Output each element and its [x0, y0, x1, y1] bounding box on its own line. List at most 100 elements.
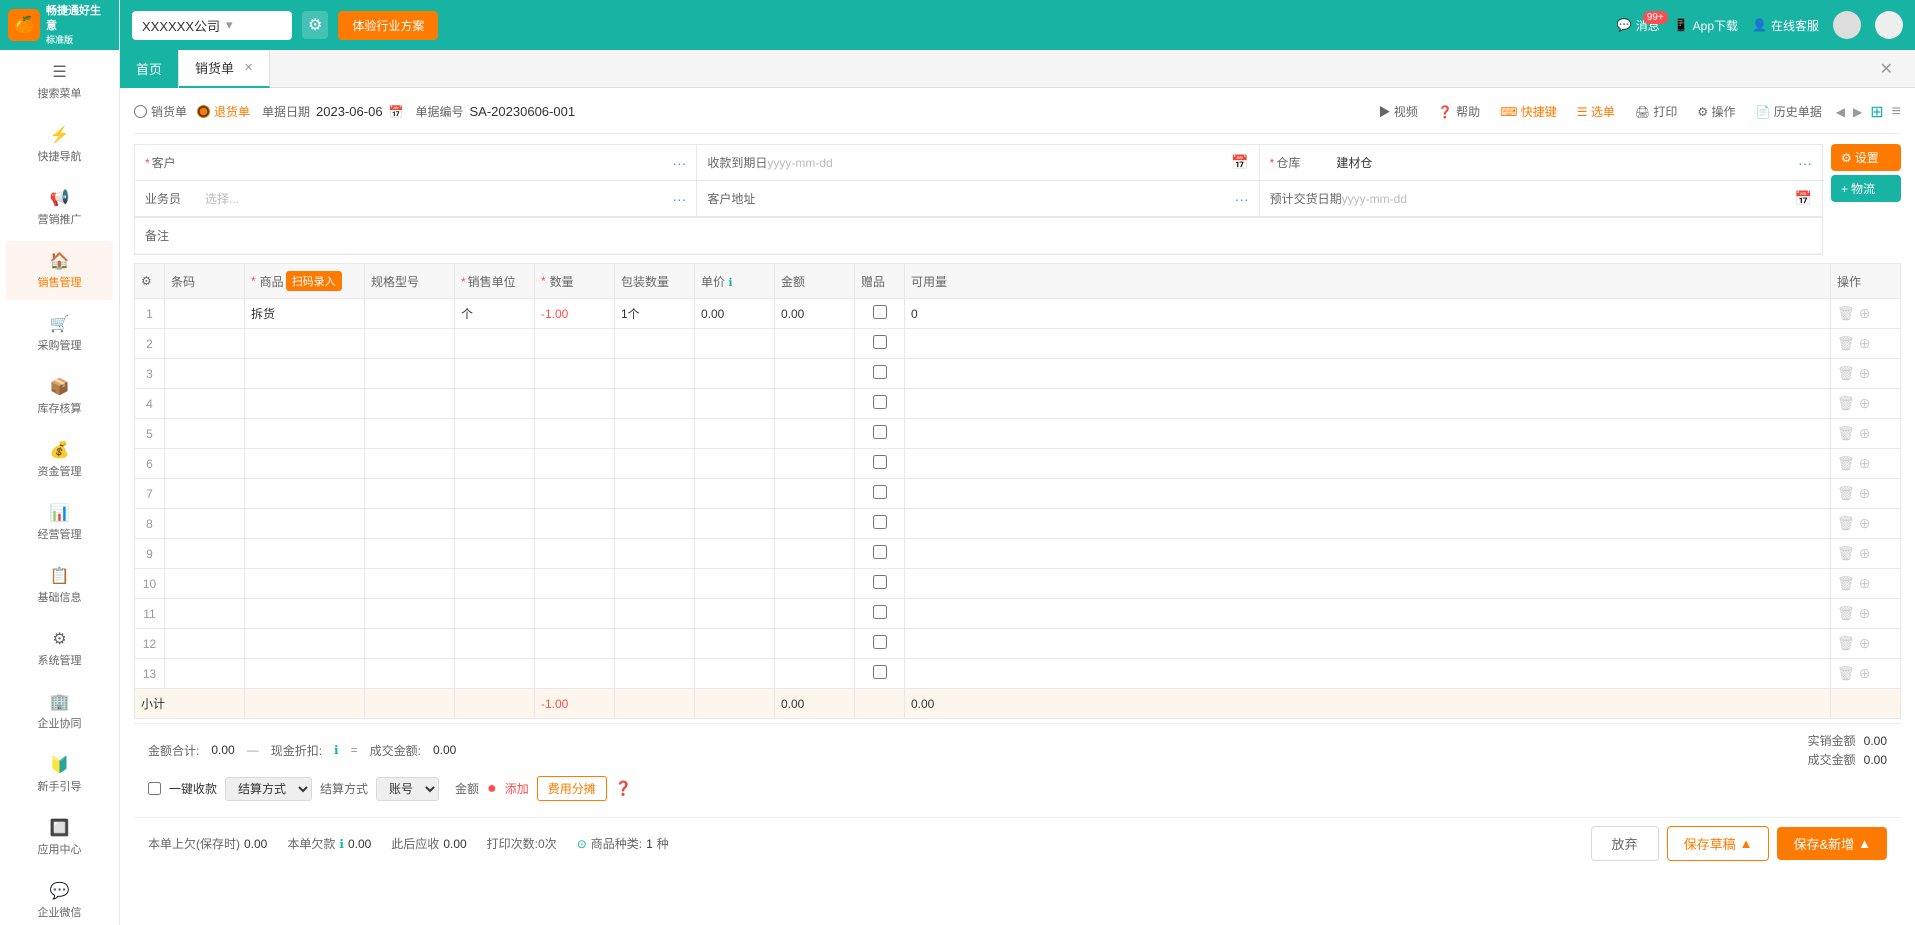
row-gift-8[interactable] — [855, 509, 905, 539]
row-barcode-6[interactable] — [165, 449, 245, 479]
delete-icon[interactable]: 🗑 — [1837, 515, 1855, 532]
row-gift-3[interactable] — [855, 359, 905, 389]
save-new-button[interactable]: 保存&新增 ▲ — [1777, 827, 1887, 860]
user-avatar-2[interactable] — [1875, 11, 1903, 39]
company-selector[interactable]: XXXXXX公司 ▾ — [132, 11, 292, 40]
logistics-btn[interactable]: + 物流 — [1831, 175, 1901, 202]
print-btn[interactable]: 🖨 打印 — [1629, 100, 1684, 123]
row-barcode-11[interactable] — [165, 599, 245, 629]
delete-icon[interactable]: 🗑 — [1837, 425, 1855, 442]
copy-icon[interactable]: ⊕ — [1859, 395, 1871, 412]
row-barcode-5[interactable] — [165, 419, 245, 449]
fee-btn[interactable]: 费用分摊 — [537, 776, 607, 801]
row-gift-13[interactable] — [855, 659, 905, 689]
account-select[interactable]: 账号 — [376, 777, 439, 801]
fee-help-icon[interactable]: ❓ — [615, 780, 632, 797]
sidebar-item-inventory[interactable]: 📦 库存核算 — [6, 367, 113, 426]
copy-icon[interactable]: ⊕ — [1859, 575, 1871, 592]
copy-icon[interactable]: ⊕ — [1859, 305, 1871, 322]
window-close-btn[interactable]: ✕ — [1866, 50, 1907, 88]
row-gift-12[interactable] — [855, 629, 905, 659]
radio-return-input[interactable] — [197, 105, 210, 118]
product-types-refresh-icon[interactable]: ⊙ — [577, 837, 587, 851]
sidebar-item-purchase[interactable]: 🛒 采购管理 — [6, 304, 113, 363]
row-spec-2[interactable] — [365, 329, 455, 359]
copy-icon[interactable]: ⊕ — [1859, 545, 1871, 562]
row-gift-2[interactable] — [855, 329, 905, 359]
delete-icon[interactable]: 🗑 — [1837, 575, 1855, 592]
select-order-btn[interactable]: ☰ 选单 — [1571, 100, 1621, 123]
notes-input[interactable] — [205, 229, 1812, 243]
tab-home[interactable]: 首页 — [120, 50, 179, 88]
sidebar-item-system[interactable]: ⚙ 系统管理 — [6, 619, 113, 678]
row-spec-7[interactable] — [365, 479, 455, 509]
row-spec-6[interactable] — [365, 449, 455, 479]
radio-sales[interactable]: 销货单 — [134, 103, 187, 120]
sidebar-item-quick-nav[interactable]: ⚡ 快捷导航 — [6, 115, 113, 174]
unit-price-info-icon[interactable]: ℹ — [728, 277, 732, 289]
row-spec-11[interactable] — [365, 599, 455, 629]
customer-address-input[interactable] — [767, 192, 1230, 206]
sidebar-item-sales[interactable]: 🏠 销售管理 — [6, 241, 113, 300]
row-gift-9[interactable] — [855, 539, 905, 569]
sidebar-item-enterprise[interactable]: 🏢 企业协同 — [6, 682, 113, 741]
table-icon-2[interactable]: ≡ — [1892, 103, 1901, 121]
delete-icon[interactable]: 🗑 — [1837, 545, 1855, 562]
copy-icon[interactable]: ⊕ — [1859, 425, 1871, 442]
user-avatar[interactable] — [1833, 11, 1861, 39]
sidebar-item-operations[interactable]: 📊 经营管理 — [6, 493, 113, 552]
row-barcode-10[interactable] — [165, 569, 245, 599]
delivery-calendar-icon[interactable]: 📅 — [1795, 190, 1812, 207]
copy-icon[interactable]: ⊕ — [1859, 665, 1871, 682]
delete-icon[interactable]: 🗑 — [1837, 665, 1855, 682]
row-barcode-3[interactable] — [165, 359, 245, 389]
row-barcode-12[interactable] — [165, 629, 245, 659]
copy-icon[interactable]: ⊕ — [1859, 635, 1871, 652]
sidebar-item-base-info[interactable]: 📋 基础信息 — [6, 556, 113, 615]
sidebar-item-search[interactable]: ☰ 搜索菜单 — [6, 52, 113, 111]
operate-btn[interactable]: ⚙ 操作 — [1691, 100, 1741, 123]
online-service-btn[interactable]: 👤 在线客服 — [1752, 17, 1819, 34]
tab-sales-order[interactable]: 销货单 ✕ — [179, 50, 270, 88]
row-barcode-7[interactable] — [165, 479, 245, 509]
row-spec-12[interactable] — [365, 629, 455, 659]
settings-btn[interactable]: ⚙ 设置 — [1831, 144, 1901, 171]
video-btn[interactable]: ▶ 视频 — [1372, 100, 1423, 123]
customer-dots-btn[interactable]: ··· — [672, 155, 686, 171]
delete-icon[interactable]: 🗑 — [1837, 305, 1855, 322]
row-barcode-1[interactable] — [165, 299, 245, 329]
one-click-checkbox[interactable] — [148, 782, 161, 795]
delete-icon[interactable]: 🗑 — [1837, 605, 1855, 622]
row-spec-5[interactable] — [365, 419, 455, 449]
customer-input[interactable] — [212, 156, 669, 170]
warehouse-dots-btn[interactable]: ··· — [1798, 155, 1812, 171]
row-gift-10[interactable] — [855, 569, 905, 599]
row-gift-5[interactable] — [855, 419, 905, 449]
delete-icon[interactable]: 🗑 — [1837, 455, 1855, 472]
row-spec-10[interactable] — [365, 569, 455, 599]
row-gift-4[interactable] — [855, 389, 905, 419]
discard-button[interactable]: 放弃 — [1591, 826, 1659, 861]
row-spec-4[interactable] — [365, 389, 455, 419]
copy-icon[interactable]: ⊕ — [1859, 455, 1871, 472]
row-gift-7[interactable] — [855, 479, 905, 509]
scan-btn[interactable]: 扫码录入 — [286, 271, 342, 291]
sidebar-item-app-center[interactable]: 🔲 应用中心 — [6, 808, 113, 867]
row-barcode-9[interactable] — [165, 539, 245, 569]
message-btn[interactable]: 💬 消息 99+ — [1617, 17, 1660, 34]
copy-icon[interactable]: ⊕ — [1859, 485, 1871, 502]
discount-info-icon[interactable]: ℹ — [334, 743, 339, 757]
sidebar-item-finance[interactable]: 💰 资金管理 — [6, 430, 113, 489]
calendar-icon[interactable]: 📅 — [389, 105, 404, 119]
trial-button[interactable]: 体验行业方案 — [338, 11, 438, 40]
settings-gear-icon[interactable]: ⚙ — [302, 11, 328, 39]
table-icon-1[interactable]: ⊞ — [1870, 102, 1883, 122]
row-spec-3[interactable] — [365, 359, 455, 389]
delete-icon[interactable]: 🗑 — [1837, 365, 1855, 382]
tab-close-icon[interactable]: ✕ — [244, 61, 253, 74]
row-spec-9[interactable] — [365, 539, 455, 569]
save-draft-button[interactable]: 保存草稿 ▲ — [1667, 826, 1770, 861]
row-barcode-4[interactable] — [165, 389, 245, 419]
history-btn[interactable]: 📄 历史单据 — [1750, 100, 1828, 123]
row-spec-8[interactable] — [365, 509, 455, 539]
